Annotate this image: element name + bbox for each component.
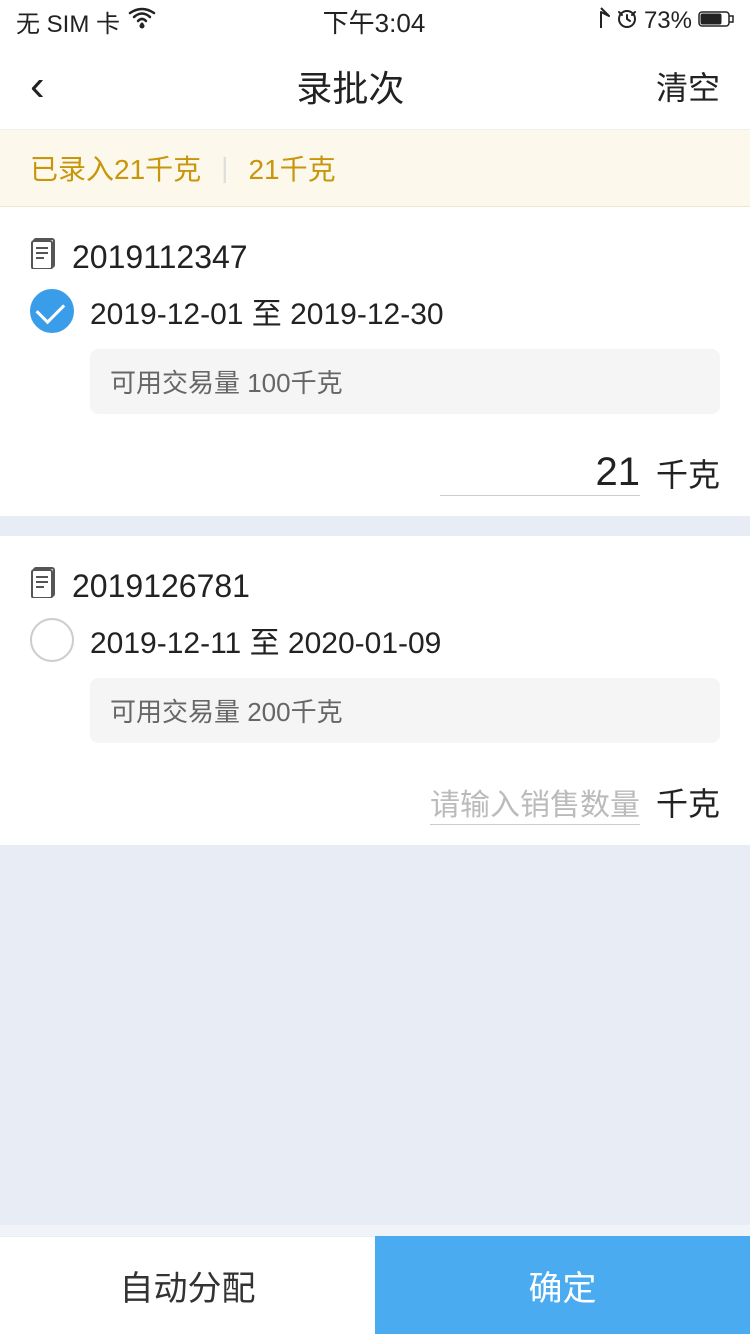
- batch-available-2: 可用交易量 200千克: [90, 678, 720, 743]
- batch-header-2: 2019126781: [30, 566, 720, 606]
- section-separator: [0, 516, 750, 536]
- batch-number-2: 2019126781: [72, 568, 250, 605]
- batch-card-1: 2019112347 2019-12-01 至 2019-12-30 可用交易量…: [0, 207, 750, 434]
- quantity-unit-2: 千克: [656, 779, 720, 825]
- recorded-label: 已录入21千克: [30, 148, 201, 188]
- clear-button[interactable]: 清空: [656, 63, 720, 109]
- batch-doc-icon-1: [30, 237, 62, 277]
- status-bar: 无 SIM 卡 下午3:04: [0, 0, 750, 42]
- batch-date-row-2[interactable]: 2019-12-11 至 2020-01-09: [30, 618, 720, 662]
- summary-bar: 已录入21千克 | 21千克: [0, 130, 750, 207]
- quantity-row-1: 21 千克: [0, 434, 750, 496]
- batch-radio-1[interactable]: [30, 289, 74, 333]
- batch-header-1: 2019112347: [30, 237, 720, 277]
- batch-number-1: 2019112347: [72, 239, 248, 276]
- total-label: 21千克: [248, 148, 335, 188]
- nav-bar: ‹ 录批次 清空: [0, 42, 750, 130]
- location-icon: [592, 7, 610, 36]
- batch-date-1: 2019-12-01 至 2019-12-30: [90, 289, 444, 333]
- quantity-underline-1[interactable]: 21: [440, 450, 640, 496]
- quantity-input-underline-2[interactable]: 请输入销售数量: [430, 780, 640, 825]
- sim-status: 无 SIM 卡: [16, 4, 120, 39]
- batch-doc-icon-2: [30, 566, 62, 606]
- auto-distribute-button[interactable]: 自动分配: [0, 1236, 375, 1334]
- quantity-unit-1: 千克: [656, 450, 720, 496]
- nav-title: 录批次: [296, 60, 404, 112]
- wifi-icon: [128, 7, 156, 36]
- alarm-icon: [616, 7, 638, 36]
- footer: 自动分配 确定: [0, 1236, 750, 1334]
- batch-card-2: 2019126781 2019-12-11 至 2020-01-09 可用交易量…: [0, 536, 750, 763]
- back-button[interactable]: ‹: [30, 64, 45, 108]
- batch-date-2: 2019-12-11 至 2020-01-09: [90, 618, 441, 662]
- status-bar-time: 下午3:04: [323, 3, 426, 40]
- battery-icon: [698, 7, 734, 35]
- battery-percent: 73%: [644, 7, 692, 35]
- summary-divider: |: [221, 152, 228, 184]
- quantity-input-row-2: 请输入销售数量 千克: [0, 763, 750, 825]
- quantity-placeholder-2: 请输入销售数量: [430, 780, 640, 824]
- confirm-button[interactable]: 确定: [375, 1236, 750, 1334]
- status-bar-left: 无 SIM 卡: [16, 4, 156, 39]
- quantity-value-1: 21: [595, 450, 640, 495]
- batch-radio-2[interactable]: [30, 618, 74, 662]
- bottom-empty-area: [0, 845, 750, 1225]
- status-bar-right: 73%: [592, 7, 734, 36]
- batch-date-row-1[interactable]: 2019-12-01 至 2019-12-30: [30, 289, 720, 333]
- batch-available-1: 可用交易量 100千克: [90, 349, 720, 414]
